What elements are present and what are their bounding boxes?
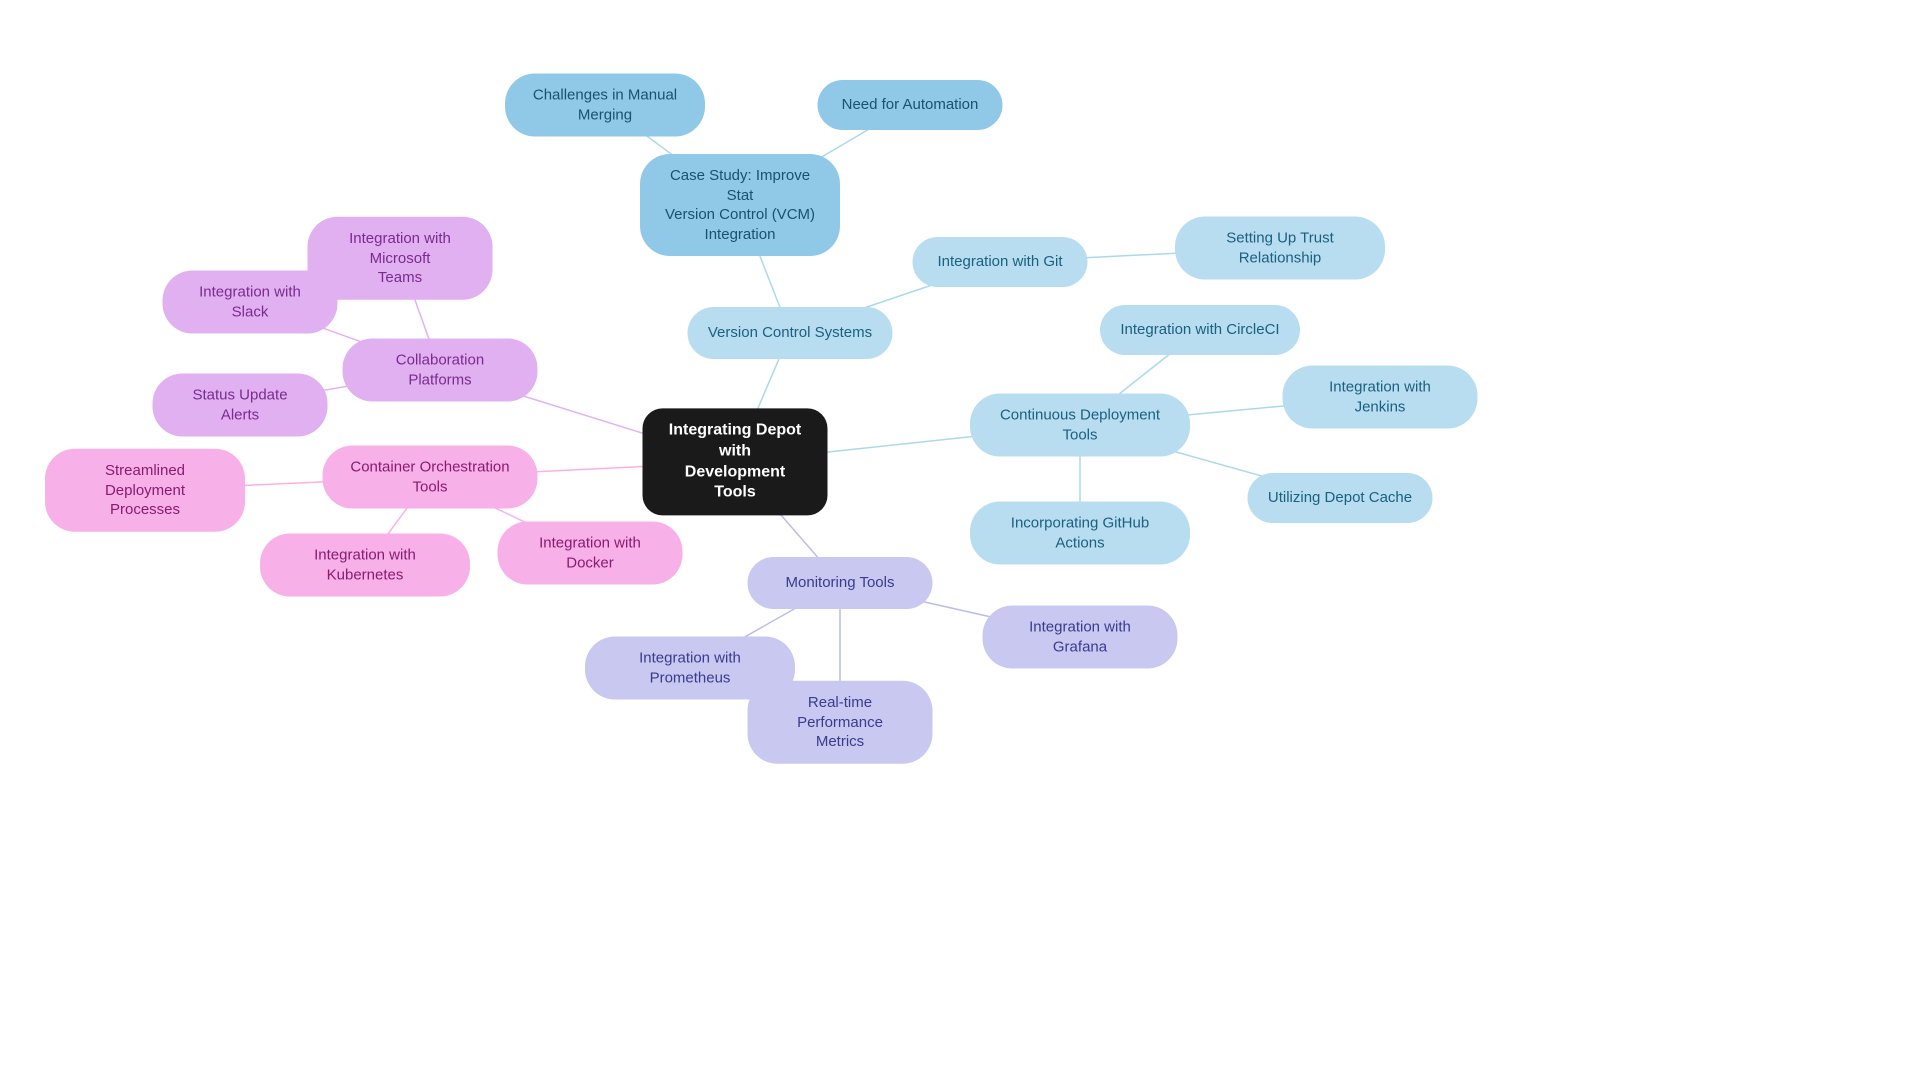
node-monitoring_tools[interactable]: Monitoring Tools — [748, 557, 933, 609]
node-integration_grafana[interactable]: Integration with Grafana — [983, 606, 1178, 669]
node-integration_kubernetes[interactable]: Integration with Kubernetes — [260, 534, 470, 597]
node-case_study[interactable]: Case Study: Improve Stat Version Control… — [640, 154, 840, 256]
node-challenges[interactable]: Challenges in Manual Merging — [505, 74, 705, 137]
node-incorporating_github[interactable]: Incorporating GitHub Actions — [970, 502, 1190, 565]
node-realtime_metrics[interactable]: Real-time Performance Metrics — [748, 681, 933, 764]
node-continuous_deployment[interactable]: Continuous Deployment Tools — [970, 394, 1190, 457]
node-collaboration_platforms[interactable]: Collaboration Platforms — [343, 339, 538, 402]
node-integration_msteams[interactable]: Integration with Microsoft Teams — [308, 217, 493, 300]
node-integration_circleci[interactable]: Integration with CircleCI — [1100, 305, 1300, 355]
node-version_control[interactable]: Version Control Systems — [688, 307, 893, 359]
node-integration_docker[interactable]: Integration with Docker — [498, 522, 683, 585]
mindmap-container: Integrating Depot with Development Tools… — [0, 0, 1920, 1083]
node-container_orchestration[interactable]: Container Orchestration Tools — [323, 446, 538, 509]
node-integration_git[interactable]: Integration with Git — [913, 237, 1088, 287]
node-integration_jenkins[interactable]: Integration with Jenkins — [1283, 366, 1478, 429]
node-center[interactable]: Integrating Depot with Development Tools — [643, 408, 828, 515]
node-need_automation[interactable]: Need for Automation — [818, 80, 1003, 130]
node-setting_trust[interactable]: Setting Up Trust Relationship — [1175, 217, 1385, 280]
node-status_update[interactable]: Status Update Alerts — [153, 374, 328, 437]
node-streamlined_deployment[interactable]: Streamlined Deployment Processes — [45, 449, 245, 532]
node-utilizing_depot[interactable]: Utilizing Depot Cache — [1248, 473, 1433, 523]
